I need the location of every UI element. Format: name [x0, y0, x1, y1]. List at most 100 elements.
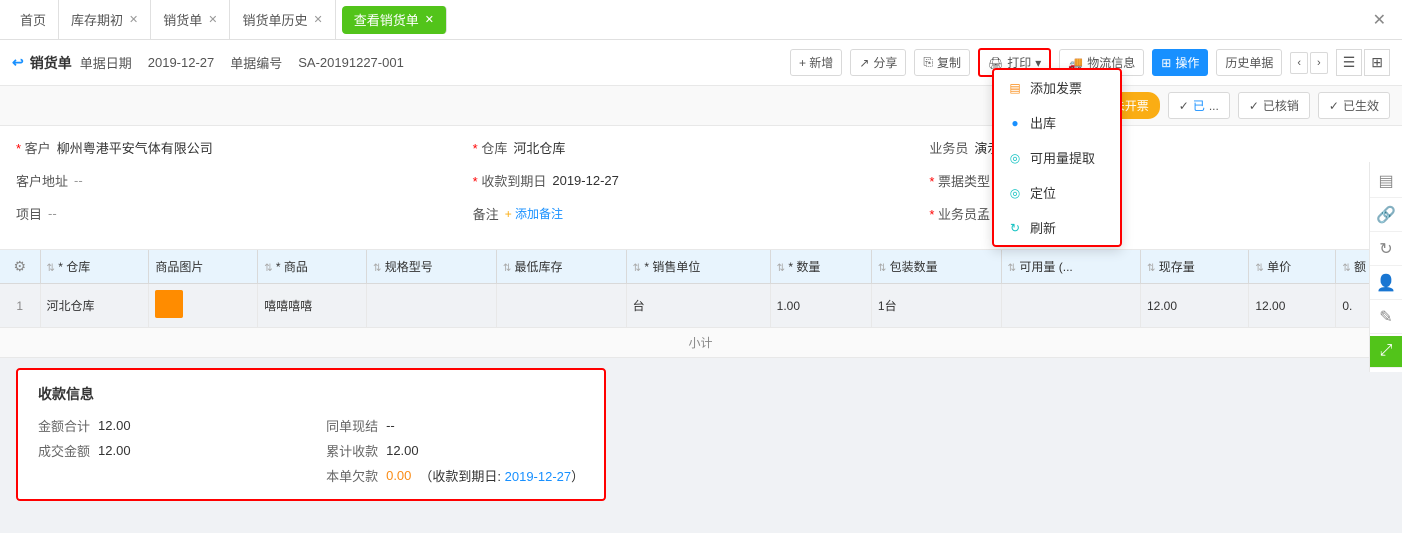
col-settings[interactable]: ⚙ — [0, 250, 40, 284]
refresh-icon: ↻ — [1008, 221, 1022, 235]
dropdown-locate[interactable]: ◎ 定位 — [994, 175, 1120, 210]
warehouse-value: 河北仓库 — [513, 138, 565, 157]
cell-unit: 台 — [626, 284, 770, 328]
staff-label: 业务员 — [929, 138, 968, 157]
next-button[interactable]: › — [1310, 52, 1328, 74]
summary-title: 收款信息 — [38, 384, 584, 404]
cell-available — [1001, 284, 1140, 328]
col-spec: ⇅ 规格型号 — [367, 250, 497, 284]
share-icon: ↗ — [859, 56, 869, 70]
remark-field: 备注 + 添加备注 — [473, 204, 930, 223]
total-value: 12.00 — [98, 418, 131, 433]
close-icon[interactable]: ✕ — [129, 13, 138, 26]
cumulative-label: 累计收款 — [326, 441, 378, 460]
address-field: 客户地址 -- — [16, 171, 473, 190]
arrears-note: （收款到期日: 2019-12-27） — [419, 466, 584, 485]
col-product: ⇅ * 商品 — [258, 250, 367, 284]
number-label: 单据编号 — [230, 53, 282, 72]
form-row-3: 项目 -- 备注 + 添加备注 业务员孟 -- — [16, 204, 1386, 223]
dropdown-refresh[interactable]: ↻ 刷新 — [994, 210, 1120, 245]
sidebar-edit-icon[interactable]: ✎ — [1370, 302, 1402, 334]
new-button[interactable]: + 新增 — [790, 49, 842, 76]
warehouse-label: 仓库 — [473, 138, 508, 157]
transaction-value: 12.00 — [98, 443, 131, 458]
payment-date-value: 2019-12-27 — [552, 173, 619, 188]
right-sidebar: ▤ 🔗 ↻ 👤 ✎ ⤢ — [1369, 162, 1402, 372]
cumulative-row: 累计收款 12.00 — [326, 441, 584, 460]
project-label: 项目 — [16, 204, 42, 223]
available-icon: ◎ — [1008, 151, 1022, 165]
sidebar-refresh-icon[interactable]: ↻ — [1370, 234, 1402, 266]
doc-header: ↩ 销货单 单据日期 2019-12-27 单据编号 SA-20191227-0… — [0, 40, 1402, 86]
nukesale-button[interactable]: ✓ 已核销 — [1238, 92, 1310, 119]
sort-icon: ⇅ — [1147, 263, 1155, 274]
tab-inventory-init[interactable]: 库存期初 ✕ — [59, 0, 151, 40]
action-bar: 📱 来自手机 ● 未开票 ✓ 已... ✓ 已核销 ✓ 已生效 — [0, 86, 1402, 126]
cell-quantity: 1.00 — [770, 284, 871, 328]
date-value: 2019-12-27 — [148, 55, 215, 70]
close-icon[interactable]: ✕ — [425, 13, 434, 26]
add-remark-button[interactable]: + 添加备注 — [505, 205, 563, 222]
gear-icon[interactable]: ⚙ — [13, 258, 26, 274]
sidebar-expand-icon[interactable]: ⤢ — [1370, 336, 1402, 368]
nukesale-icon: ✓ — [1249, 99, 1259, 113]
sort-icon: ⇅ — [777, 263, 785, 274]
summary-box: 收款信息 金额合计 12.00 同单现结 -- 成交金额 12.00 累计收款 … — [16, 368, 606, 501]
dropdown-outbound[interactable]: ● 出库 — [994, 105, 1120, 140]
sort-icon: ⇅ — [1342, 263, 1350, 274]
total-row: 金额合计 12.00 — [38, 416, 296, 435]
sort-icon: ⇅ — [1255, 263, 1263, 274]
tab-bar: 首页 库存期初 ✕ 销货单 ✕ 销货单历史 ✕ 查看销货单 ✕ ✕ — [0, 0, 1402, 40]
close-icon[interactable]: ✕ — [208, 13, 217, 26]
cell-no: 1 — [0, 284, 40, 328]
dropdown-menu: ▤ 添加发票 ● 出库 ◎ 可用量提取 ◎ 定位 ↻ 刷新 — [992, 68, 1122, 247]
sidebar-grid-icon[interactable]: ▤ — [1370, 166, 1402, 198]
sidebar-user-icon[interactable]: 👤 — [1370, 268, 1402, 300]
cumulative-value: 12.00 — [386, 443, 419, 458]
summary-grid: 金额合计 12.00 同单现结 -- 成交金额 12.00 累计收款 12.00… — [38, 416, 584, 485]
sort-icon: ⇅ — [633, 263, 641, 274]
customer-label: 客户 — [16, 138, 51, 157]
copy-button[interactable]: ⎘ 复制 — [914, 49, 970, 76]
dropdown-available-qty[interactable]: ◎ 可用量提取 — [994, 140, 1120, 175]
remark-label: 备注 — [473, 204, 499, 223]
sort-icon: ⇅ — [264, 263, 272, 274]
tab-sales-history[interactable]: 销货单历史 ✕ — [230, 0, 335, 40]
transaction-row: 成交金额 12.00 — [38, 441, 296, 460]
doc-meta: 单据日期 2019-12-27 单据编号 SA-20191227-001 — [80, 53, 404, 72]
check-icon: ✓ — [1179, 99, 1189, 113]
same-order-value: -- — [386, 418, 395, 433]
prev-button[interactable]: ‹ — [1290, 52, 1308, 74]
form-row-2: 客户地址 -- 收款到期日 2019-12-27 票据类型 不开票 — [16, 171, 1386, 190]
warehouse-field: 仓库 河北仓库 — [473, 138, 930, 157]
sort-icon: ⇅ — [373, 263, 381, 274]
operations-button[interactable]: ⊞ 操作 — [1152, 49, 1208, 76]
arrears-value: 0.00 — [386, 468, 411, 483]
tab-view-sales-order[interactable]: 查看销货单 ✕ — [342, 6, 447, 34]
col-price: ⇅ 单价 — [1249, 250, 1336, 284]
effective-button[interactable]: ✓ 已生效 — [1318, 92, 1390, 119]
history-button[interactable]: 历史单据 — [1216, 49, 1282, 76]
window-close-button[interactable]: ✕ — [1365, 10, 1394, 30]
effective-icon: ✓ — [1329, 99, 1339, 113]
dropdown-add-invoice[interactable]: ▤ 添加发票 — [994, 70, 1120, 105]
same-order-label: 同单现结 — [326, 416, 378, 435]
confirm-e-button[interactable]: ✓ 已... — [1168, 92, 1230, 119]
list-view-icon[interactable]: ☰ — [1336, 49, 1363, 76]
share-button[interactable]: ↗ 分享 — [850, 49, 906, 76]
subtotal-label: 小计 — [0, 328, 1402, 358]
form-row-1: 客户 柳州粤港平安气体有限公司 仓库 河北仓库 业务员 演示账号 — [16, 138, 1386, 157]
tab-sales-order[interactable]: 销货单 ✕ — [151, 0, 230, 40]
cell-product: 嘻嘻嘻嘻 — [258, 284, 367, 328]
col-unit: ⇅ * 销售单位 — [626, 250, 770, 284]
col-min-stock: ⇅ 最低库存 — [496, 250, 626, 284]
arrears-row: 本单欠款 0.00 （收款到期日: 2019-12-27） — [326, 466, 584, 485]
ticket-type-label: 票据类型 — [929, 171, 990, 190]
tab-home[interactable]: 首页 — [8, 0, 59, 40]
sort-icon: ⇅ — [1008, 263, 1016, 274]
close-icon[interactable]: ✕ — [314, 13, 323, 26]
sidebar-link-icon[interactable]: 🔗 — [1370, 200, 1402, 232]
table-container: ⚙ ⇅ * 仓库 商品图片 ⇅ * 商品 ⇅ 规格型号 ⇅ 最低库存 ⇅ * 销… — [0, 249, 1402, 358]
sort-icon: ⇅ — [878, 263, 886, 274]
grid-view-icon[interactable]: ⊞ — [1364, 49, 1390, 76]
